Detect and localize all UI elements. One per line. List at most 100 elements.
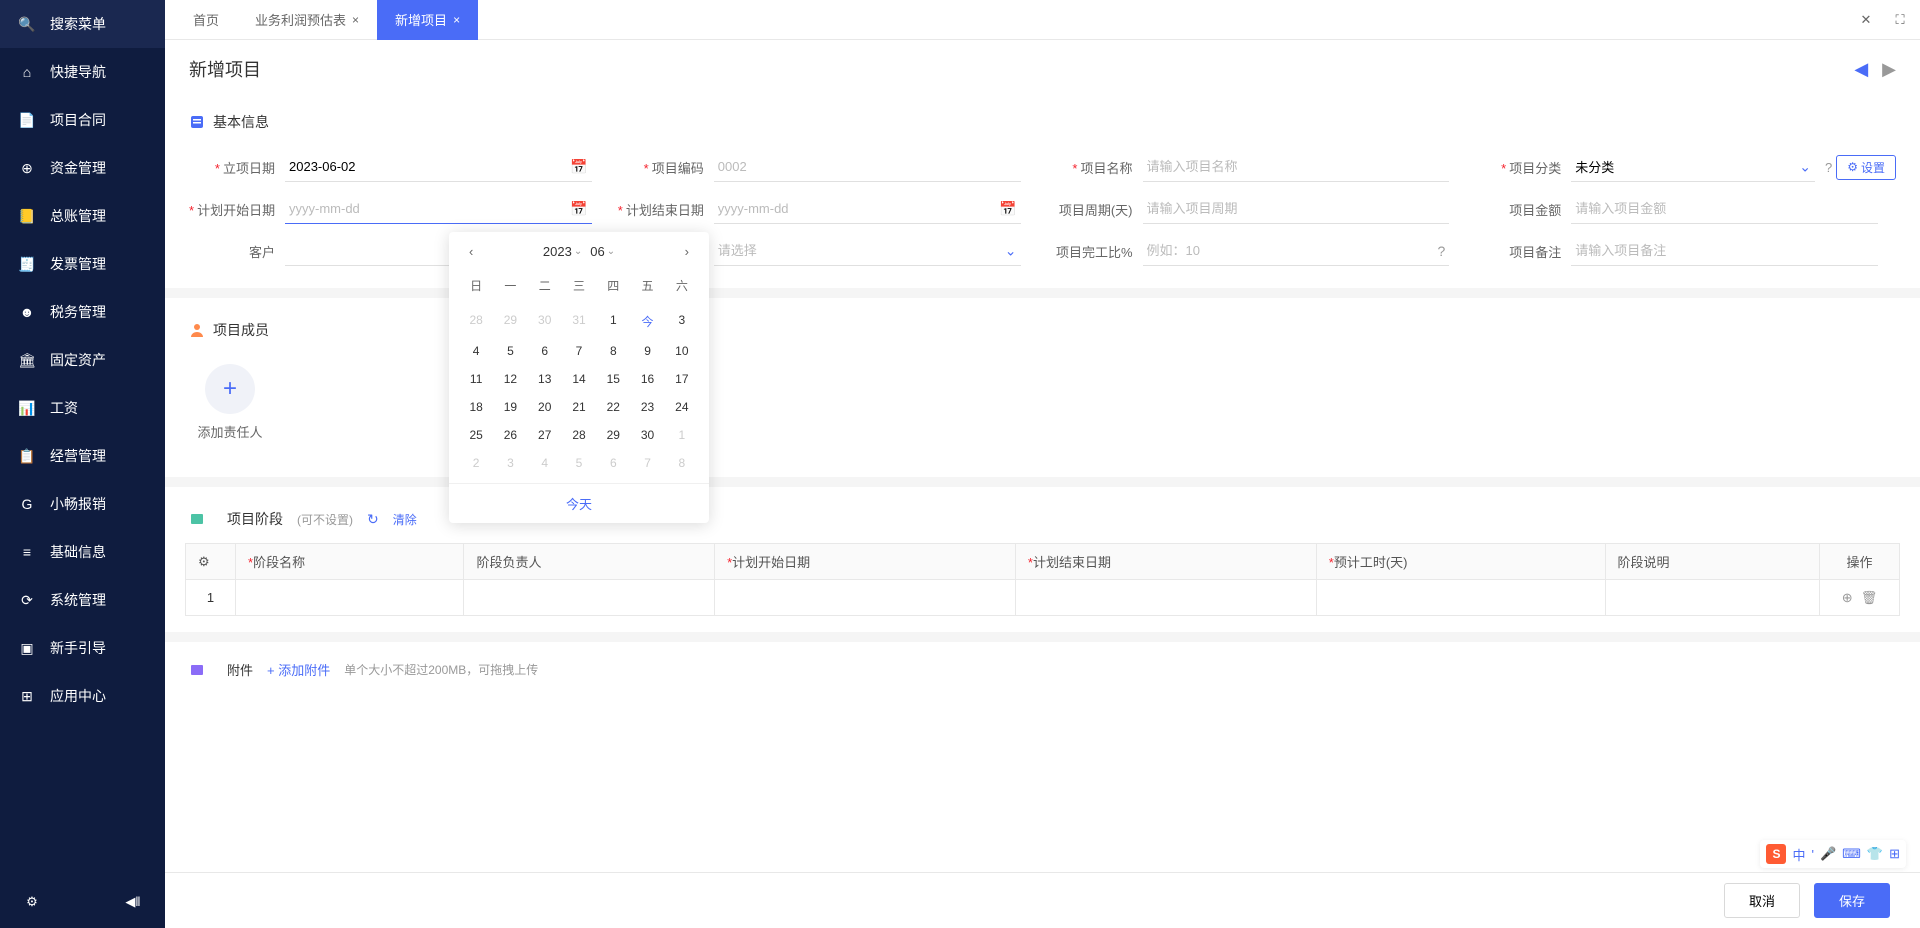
calendar-day[interactable]: 5 [562,449,596,477]
refresh-icon[interactable]: ↻ [367,511,379,528]
sidebar-item-14[interactable]: ⊞应用中心 [0,672,165,720]
calendar-day[interactable]: 12 [493,365,527,393]
collapse-sidebar-icon[interactable]: ◀‖ [121,890,145,914]
sidebar-item-13[interactable]: ▣新手引导 [0,624,165,672]
calendar-day[interactable]: 15 [596,365,630,393]
calendar-icon[interactable]: 📅 [999,201,1016,218]
table-row[interactable]: 1 ⊕ 🗑 [186,580,1900,616]
sidebar-item-6[interactable]: ☻税务管理 [0,288,165,336]
calendar-day[interactable]: 1 [596,306,630,337]
plan-end-input[interactable] [714,194,1021,224]
calendar-day[interactable]: 30 [528,306,562,337]
ime-keyboard-icon[interactable]: ⌨ [1842,846,1861,862]
calendar-day[interactable]: 26 [493,421,527,449]
period-input[interactable] [1143,194,1450,224]
tab-1[interactable]: 业务利润预估表× [237,0,377,40]
calendar-day[interactable]: 30 [630,421,664,449]
fullscreen-icon[interactable]: ⛶ [1888,8,1912,32]
calendar-icon[interactable]: 📅 [570,201,587,218]
calendar-day[interactable]: 14 [562,365,596,393]
chevron-down-icon[interactable]: ⌄ [1799,159,1811,176]
clear-button[interactable]: 清除 [393,511,417,528]
calendar-day[interactable]: 10 [665,337,699,365]
help-icon[interactable]: ? [1825,160,1832,175]
row-delete-icon[interactable]: 🗑 [1861,590,1878,606]
calendar-day[interactable]: 11 [459,365,493,393]
help-icon[interactable]: ? [1437,243,1445,259]
code-input[interactable] [714,152,1021,182]
calendar-day[interactable]: 今 [630,306,664,337]
calendar-day[interactable]: 31 [562,306,596,337]
sidebar-item-12[interactable]: ⟳系统管理 [0,576,165,624]
close-icon[interactable]: × [453,13,460,27]
calendar-next-icon[interactable]: › [679,242,695,261]
calendar-day[interactable]: 8 [596,337,630,365]
calendar-day[interactable]: 29 [493,306,527,337]
tab-2[interactable]: 新增项目× [377,0,478,40]
calendar-day[interactable]: 9 [630,337,664,365]
sidebar-item-0[interactable]: 🔍搜索菜单 [0,0,165,48]
close-icon[interactable]: × [352,13,359,27]
cancel-button[interactable]: 取消 [1724,883,1800,918]
calendar-day[interactable]: 3 [493,449,527,477]
calendar-day[interactable]: 3 [665,306,699,337]
calendar-month-select[interactable]: 06⌄ [590,244,615,259]
calendar-day[interactable]: 5 [493,337,527,365]
page-next-icon[interactable]: ▶ [1882,59,1896,80]
calendar-day[interactable]: 21 [562,393,596,421]
sidebar-item-9[interactable]: 📋经营管理 [0,432,165,480]
sidebar-item-3[interactable]: ⊕资金管理 [0,144,165,192]
settings-icon[interactable]: ⚙ [20,890,44,914]
calendar-day[interactable]: 2 [459,449,493,477]
calendar-day[interactable]: 7 [630,449,664,477]
progress-input[interactable] [1143,236,1450,266]
calendar-year-select[interactable]: 2023⌄ [543,244,582,259]
ime-lang-toggle[interactable]: 中 [1792,845,1805,864]
sidebar-item-1[interactable]: ⌂快捷导航 [0,48,165,96]
sidebar-item-4[interactable]: 📒总账管理 [0,192,165,240]
calendar-day[interactable]: 6 [528,337,562,365]
close-all-tabs-icon[interactable]: ✕ [1854,8,1878,32]
calendar-day[interactable]: 27 [528,421,562,449]
calendar-day[interactable]: 25 [459,421,493,449]
setup-date-input[interactable] [285,152,592,182]
amount-input[interactable] [1571,194,1878,224]
table-settings-icon[interactable]: ⚙ [198,554,210,569]
calendar-day[interactable]: 4 [528,449,562,477]
calendar-day[interactable]: 1 [665,421,699,449]
calendar-day[interactable]: 19 [493,393,527,421]
row-add-icon[interactable]: ⊕ [1842,590,1853,606]
tab-0[interactable]: 首页 [175,0,237,40]
sidebar-item-11[interactable]: ≡基础信息 [0,528,165,576]
page-prev-icon[interactable]: ◀ [1854,59,1868,80]
name-input[interactable] [1143,152,1450,182]
calendar-day[interactable]: 22 [596,393,630,421]
calendar-today-button[interactable]: 今天 [449,483,709,523]
remark-input[interactable] [1571,236,1878,266]
calendar-day[interactable]: 24 [665,393,699,421]
calendar-day[interactable]: 18 [459,393,493,421]
plan-start-input[interactable] [285,194,592,224]
add-attachment-button[interactable]: + 添加附件 [267,660,330,679]
calendar-day[interactable]: 4 [459,337,493,365]
calendar-day[interactable]: 29 [596,421,630,449]
dept-select[interactable] [714,236,1021,266]
calendar-day[interactable]: 13 [528,365,562,393]
ime-logo-icon[interactable]: S [1766,844,1786,864]
sidebar-item-7[interactable]: 🏛固定资产 [0,336,165,384]
sidebar-item-8[interactable]: 📊工资 [0,384,165,432]
category-setting-button[interactable]: ⚙设置 [1836,155,1896,180]
calendar-day[interactable]: 28 [562,421,596,449]
calendar-day[interactable]: 17 [665,365,699,393]
calendar-day[interactable]: 16 [630,365,664,393]
sidebar-item-2[interactable]: 📄项目合同 [0,96,165,144]
calendar-day[interactable]: 23 [630,393,664,421]
ime-punct-icon[interactable]: ' [1811,847,1813,862]
calendar-day[interactable]: 8 [665,449,699,477]
calendar-day[interactable]: 28 [459,306,493,337]
calendar-day[interactable]: 20 [528,393,562,421]
ime-voice-icon[interactable]: 🎤 [1820,846,1836,862]
calendar-prev-icon[interactable]: ‹ [463,242,479,261]
save-button[interactable]: 保存 [1814,883,1890,918]
ime-skin-icon[interactable]: 👕 [1867,846,1883,862]
